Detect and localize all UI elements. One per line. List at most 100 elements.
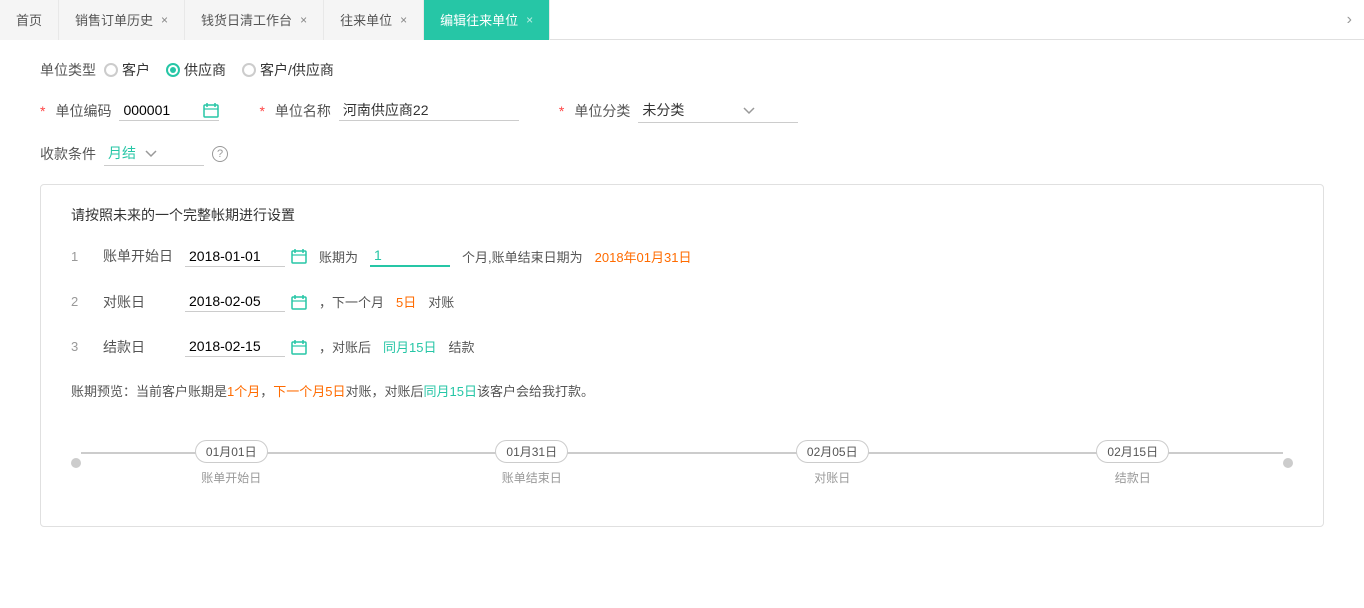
tab-unit-close[interactable]: × [400,13,407,27]
unit-name-input[interactable] [339,100,519,121]
row-number-2: 2 [71,294,91,309]
unit-type-row: 单位类型 客户 供应商 客户/供应商 [40,60,1324,80]
timeline-badge-1: 01月31日 [495,440,568,463]
preview-text: 账期预览：当前客户账期是1个月，下一个月5日对账，对账后同月15日该客户会给我打… [71,381,1293,400]
date-input-3[interactable] [185,336,285,357]
radio-supplier[interactable]: 供应商 [166,60,226,80]
settings-box: 请按照未来的一个完整帐期进行设置 1 账单开始日 账期为 个月,账单结束日期为 … [40,184,1324,527]
timeline: 01月01日 账单开始日 01月31日 账单结束日 02月05日 对账日 02月… [71,420,1293,506]
date-input-2[interactable] [185,291,285,312]
unit-code-input[interactable] [119,100,199,120]
tab-edit-unit-close[interactable]: × [526,13,533,27]
row2-prefix: ，下一个月 [319,292,384,311]
unit-type-item: 单位类型 客户 供应商 客户/供应商 [40,60,334,80]
unit-code-item: * 单位编码 [40,100,219,121]
preview-part5: 同月15日 [424,384,477,399]
radio-customer-supplier-circle [242,63,256,77]
tab-home-label: 首页 [16,10,42,29]
timeline-badge-2: 02月05日 [796,440,869,463]
timeline-point-0: 01月01日 账单开始日 [195,440,268,486]
unit-category-chevron [742,103,756,117]
unit-category-item: * 单位分类 未分类 [559,98,798,123]
unit-name-star: * [259,103,264,119]
tab-cash-work[interactable]: 钱货日清工作台 × [185,0,324,40]
radio-customer-circle [104,63,118,77]
date-field-2 [185,291,307,312]
timeline-right-dot [1283,458,1293,468]
calendar-icon-3[interactable] [291,339,307,355]
payment-condition-row: 收款条件 月结 ? [40,141,1324,166]
preview-part3: 下一个月5日 [273,384,345,399]
row-label-1: 账单开始日 [103,246,173,266]
timeline-left-dot [71,458,81,468]
calendar-icon-1[interactable] [291,248,307,264]
tab-bar: 首页 销售订单历史 × 钱货日清工作台 × 往来单位 × 编辑往来单位 × › [0,0,1364,40]
radio-customer-label: 客户 [122,60,150,80]
unit-code-icon[interactable] [203,102,219,118]
timeline-point-1: 01月31日 账单结束日 [495,440,568,486]
unit-info-row: * 单位编码 * 单位名称 * 单位分类 未分类 [40,98,1324,123]
tab-edit-unit-label: 编辑往来单位 [440,10,518,29]
calendar-icon-2[interactable] [291,294,307,310]
tab-cash-work-label: 钱货日清工作台 [201,10,292,29]
row2-suffix: 对账 [428,292,454,311]
unit-name-item: * 单位名称 [259,100,518,121]
timeline-label-3: 结款日 [1115,469,1151,486]
setting-row-1: 1 账单开始日 账期为 个月,账单结束日期为 2018年01月31日 [71,245,1293,267]
unit-category-star: * [559,103,564,119]
period-input[interactable] [370,245,450,267]
row3-suffix: 结款 [448,337,474,356]
preview-prefix: 账期预览：当前客户账期是 [71,384,227,399]
row1-suffix-before: 账期为 [319,247,358,266]
unit-category-select[interactable]: 未分类 [638,98,798,123]
tab-unit[interactable]: 往来单位 × [324,0,424,40]
unit-code-input-wrapper [119,100,219,121]
unit-category-value: 未分类 [642,100,702,120]
radio-customer-supplier[interactable]: 客户/供应商 [242,60,334,80]
date-input-1[interactable] [185,246,285,267]
row-label-3: 结款日 [103,337,173,357]
payment-condition-chevron [144,146,158,160]
unit-type-radio-group: 客户 供应商 客户/供应商 [104,60,334,80]
timeline-point-3: 02月15日 结款日 [1096,440,1169,486]
tab-sales-order-history[interactable]: 销售订单历史 × [59,0,185,40]
tab-edit-unit[interactable]: 编辑往来单位 × [424,0,550,40]
date-field-3 [185,336,307,357]
unit-type-label: 单位类型 [40,60,96,80]
row1-suffix-mid: 个月,账单结束日期为 [462,247,583,266]
radio-supplier-label: 供应商 [184,60,226,80]
row-number-3: 3 [71,339,91,354]
row-label-2: 对账日 [103,292,173,312]
question-icon[interactable]: ? [212,146,228,162]
payment-condition-select[interactable]: 月结 [104,141,204,166]
radio-customer[interactable]: 客户 [104,60,150,80]
preview-part4: 对账，对账后 [346,384,424,399]
timeline-label-0: 账单开始日 [201,469,261,486]
tab-sales-order-history-close[interactable]: × [161,13,168,27]
row3-highlight: 同月15日 [383,337,436,356]
unit-code-label: 单位编码 [55,101,111,121]
tab-cash-work-close[interactable]: × [300,13,307,27]
row2-highlight: 5日 [396,292,416,311]
timeline-label-1: 账单结束日 [502,469,562,486]
tab-home[interactable]: 首页 [0,0,59,40]
row1-suffix-highlight: 2018年01月31日 [595,247,692,266]
tab-sales-order-history-label: 销售订单历史 [75,10,153,29]
preview-suffix: 该客户会给我打款。 [477,384,594,399]
timeline-point-2: 02月05日 对账日 [796,440,869,486]
setting-row-2: 2 对账日 ，下一个月 5日对账 [71,291,1293,312]
tab-unit-label: 往来单位 [340,10,392,29]
radio-customer-supplier-label: 客户/供应商 [260,60,334,80]
timeline-badge-3: 02月15日 [1096,440,1169,463]
unit-name-label: 单位名称 [275,101,331,121]
preview-part1: 1个月 [227,384,260,399]
timeline-label-2: 对账日 [814,469,850,486]
payment-condition-item: 收款条件 月结 ? [40,141,228,166]
date-field-1 [185,246,307,267]
tab-expand-button[interactable]: › [1335,11,1364,29]
payment-condition-label: 收款条件 [40,144,96,164]
timeline-badge-0: 01月01日 [195,440,268,463]
page-content: 单位类型 客户 供应商 客户/供应商 * 单位编码 [0,40,1364,608]
settings-title: 请按照未来的一个完整帐期进行设置 [71,205,1293,225]
unit-category-label: 单位分类 [574,101,630,121]
